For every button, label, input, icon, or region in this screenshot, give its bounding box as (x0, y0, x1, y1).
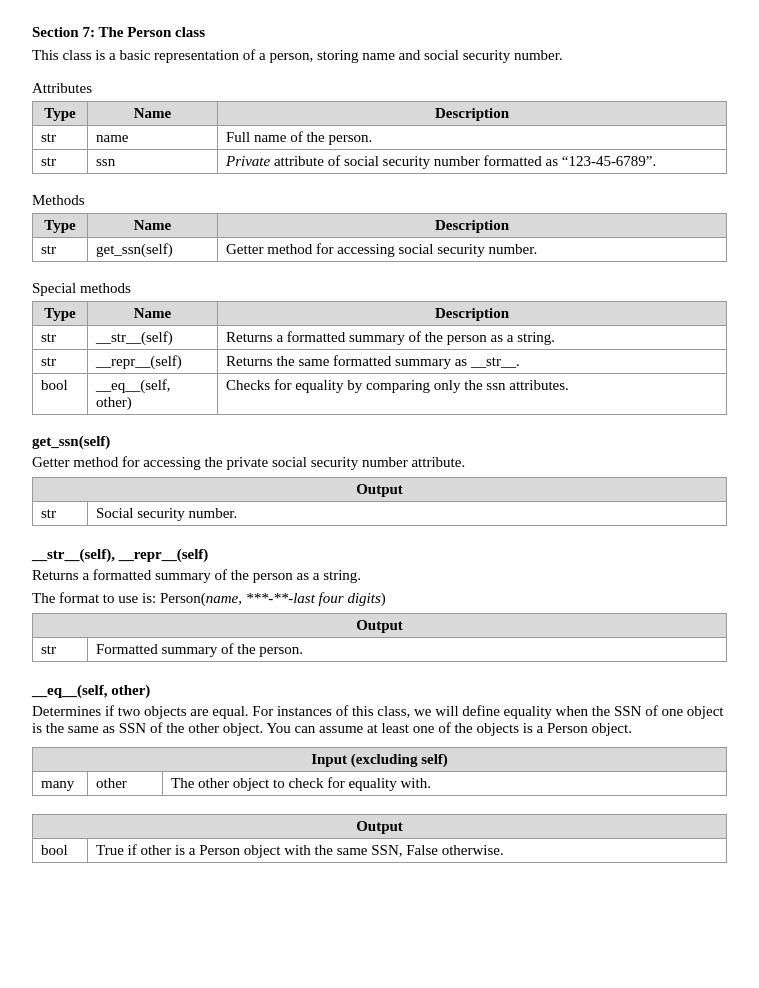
attr-desc-1: Full name of the person. (218, 126, 727, 150)
attr-type-1: str (33, 126, 88, 150)
input-type: many (33, 772, 88, 796)
attr-name-2: ssn (88, 150, 218, 174)
output-desc: Formatted summary of the person. (88, 638, 727, 662)
spec-name-3: __eq__(self, other) (88, 374, 218, 415)
spec-name-1: __str__(self) (88, 326, 218, 350)
meth-col-desc: Description (218, 214, 727, 238)
output-type: str (33, 638, 88, 662)
spec-desc-2: Returns the same formatted summary as __… (218, 350, 727, 374)
spec-desc-1: Returns a formatted summary of the perso… (218, 326, 727, 350)
table-row: bool __eq__(self, other) Checks for equa… (33, 374, 727, 415)
output-row: str Formatted summary of the person. (33, 638, 727, 662)
output-row: str Social security number. (33, 502, 727, 526)
output-type: bool (33, 839, 88, 863)
table-row: str ssn Private attribute of social secu… (33, 150, 727, 174)
section-title: Section 7: The Person class (32, 24, 727, 41)
str-repr-desc1: Returns a formatted summary of the perso… (32, 567, 727, 584)
table-row: str get_ssn(self) Getter method for acce… (33, 238, 727, 262)
str-repr-output-table: Output str Formatted summary of the pers… (32, 613, 727, 662)
get-ssn-description: Getter method for accessing the private … (32, 454, 727, 471)
special-methods-table: Type Name Description str __str__(self) … (32, 301, 727, 415)
str-repr-desc2: The format to use is: Person(name, ***-*… (32, 590, 727, 607)
get-ssn-section: get_ssn(self) Getter method for accessin… (32, 433, 727, 526)
spec-type-3: bool (33, 374, 88, 415)
table-row: str name Full name of the person. (33, 126, 727, 150)
output-header-row: Output (33, 815, 727, 839)
meth-desc-1: Getter method for accessing social secur… (218, 238, 727, 262)
spec-type-1: str (33, 326, 88, 350)
attributes-label: Attributes (32, 80, 727, 97)
output-label: Output (33, 815, 727, 839)
output-desc: True if other is a Person object with th… (88, 839, 727, 863)
eq-title: __eq__(self, other) (32, 682, 727, 699)
attributes-header-row: Type Name Description (33, 102, 727, 126)
section-description: This class is a basic representation of … (32, 47, 727, 64)
get-ssn-title: get_ssn(self) (32, 433, 727, 450)
eq-input-table: Input (excluding self) many other The ot… (32, 747, 727, 796)
attr-col-desc: Description (218, 102, 727, 126)
input-header-row: Input (excluding self) (33, 748, 727, 772)
spec-col-desc: Description (218, 302, 727, 326)
input-row: many other The other object to check for… (33, 772, 727, 796)
eq-section: __eq__(self, other) Determines if two ob… (32, 682, 727, 863)
str-repr-section: __str__(self), __repr__(self) Returns a … (32, 546, 727, 662)
meth-col-type: Type (33, 214, 88, 238)
special-methods-label: Special methods (32, 280, 727, 297)
output-header-row: Output (33, 614, 727, 638)
meth-name-1: get_ssn(self) (88, 238, 218, 262)
attr-col-type: Type (33, 102, 88, 126)
output-type: str (33, 502, 88, 526)
attributes-table: Type Name Description str name Full name… (32, 101, 727, 174)
output-desc: Social security number. (88, 502, 727, 526)
spec-col-type: Type (33, 302, 88, 326)
table-row: str __repr__(self) Returns the same form… (33, 350, 727, 374)
output-header-row: Output (33, 478, 727, 502)
methods-header-row: Type Name Description (33, 214, 727, 238)
spec-type-2: str (33, 350, 88, 374)
methods-table: Type Name Description str get_ssn(self) … (32, 213, 727, 262)
input-desc: The other object to check for equality w… (163, 772, 727, 796)
get-ssn-output-table: Output str Social security number. (32, 477, 727, 526)
attr-col-name: Name (88, 102, 218, 126)
output-label: Output (33, 478, 727, 502)
output-label: Output (33, 614, 727, 638)
spec-desc-3: Checks for equality by comparing only th… (218, 374, 727, 415)
output-row: bool True if other is a Person object wi… (33, 839, 727, 863)
attr-desc-2: Private attribute of social security num… (218, 150, 727, 174)
spec-name-2: __repr__(self) (88, 350, 218, 374)
spec-col-name: Name (88, 302, 218, 326)
meth-type-1: str (33, 238, 88, 262)
attr-name-1: name (88, 126, 218, 150)
meth-col-name: Name (88, 214, 218, 238)
eq-description: Determines if two objects are equal. For… (32, 703, 727, 737)
attr-type-2: str (33, 150, 88, 174)
str-repr-title: __str__(self), __repr__(self) (32, 546, 727, 563)
special-methods-header-row: Type Name Description (33, 302, 727, 326)
methods-label: Methods (32, 192, 727, 209)
eq-output-table: Output bool True if other is a Person ob… (32, 814, 727, 863)
input-name: other (88, 772, 163, 796)
table-row: str __str__(self) Returns a formatted su… (33, 326, 727, 350)
input-label: Input (excluding self) (33, 748, 727, 772)
